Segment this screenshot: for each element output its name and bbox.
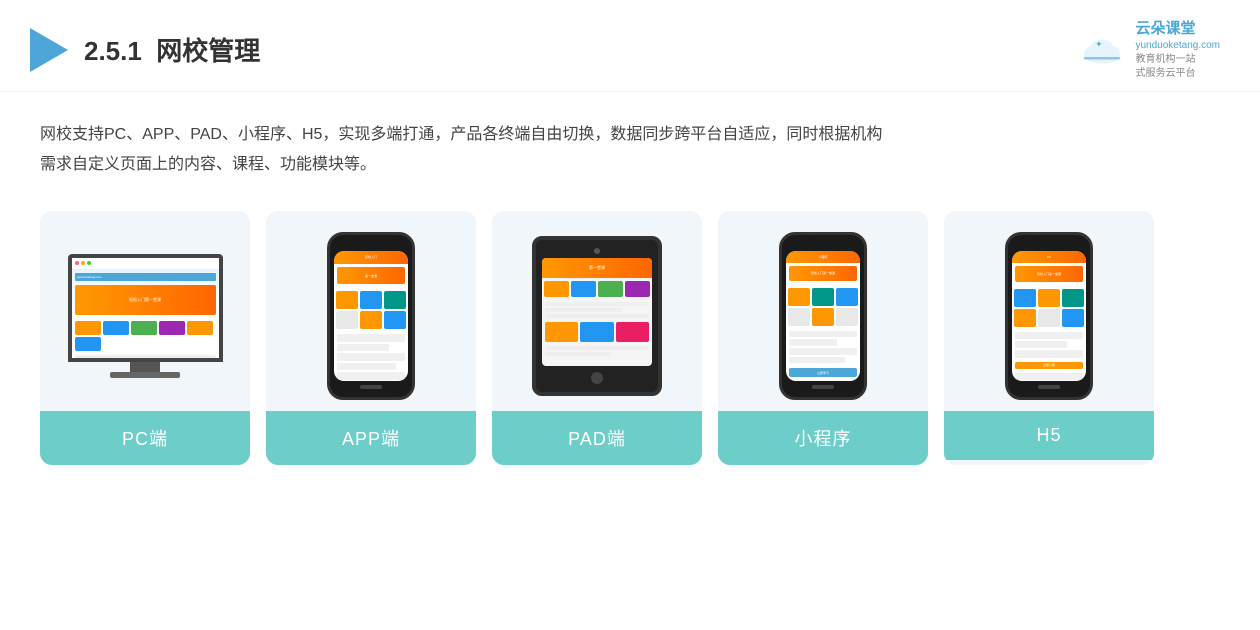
tablet-camera	[594, 248, 600, 254]
header-left: 2.5.1 网校管理	[30, 28, 260, 72]
page-container: 2.5.1 网校管理 ✦ 云朵课堂	[0, 0, 1260, 630]
card-h5: H5 轻松入门第一堂课	[944, 211, 1154, 465]
brand-tagline2: 式服务云平台	[1135, 67, 1220, 81]
tablet-home-btn	[591, 372, 603, 384]
phone-notch-mini	[808, 235, 838, 243]
card-pc: yunduoketang.com 轻松入门第一堂课	[40, 211, 250, 465]
pc-mockup: yunduoketang.com 轻松入门第一堂课	[68, 254, 223, 378]
card-app: 轻松入门 第一堂课	[266, 211, 476, 465]
phone-mockup-app: 轻松入门 第一堂课	[327, 232, 415, 400]
card-pad: 第一堂课	[492, 211, 702, 465]
phone-outer-app: 轻松入门 第一堂课	[327, 232, 415, 400]
cloud-icon: ✦	[1077, 32, 1127, 67]
card-miniprogram: 小程序 轻松入门第一堂课	[718, 211, 928, 465]
header: 2.5.1 网校管理 ✦ 云朵课堂	[0, 0, 1260, 92]
app-image-area: 轻松入门 第一堂课	[266, 211, 476, 411]
miniprogram-image-area: 小程序 轻松入门第一堂课	[718, 211, 928, 411]
section-number: 2.5.1	[84, 36, 142, 66]
content-area: 网校支持PC、APP、PAD、小程序、H5，实现多端打通，产品各终端自由切换，数…	[0, 92, 1260, 630]
brand-tagline1: 教育机构一站	[1135, 53, 1220, 67]
pc-image-area: yunduoketang.com 轻松入门第一堂课	[40, 211, 250, 411]
cards-row: yunduoketang.com 轻松入门第一堂课	[40, 211, 1220, 465]
tablet-mockup: 第一堂课	[532, 236, 662, 396]
phone-home-h5	[1038, 385, 1060, 389]
phone-screen-h5: H5 轻松入门第一堂课	[1012, 251, 1086, 381]
phone-home-app	[360, 385, 382, 389]
miniprogram-label: 小程序	[718, 411, 928, 465]
description-text: 网校支持PC、APP、PAD、小程序、H5，实现多端打通，产品各终端自由切换，数…	[40, 120, 940, 181]
phone-screen-mini: 小程序 轻松入门第一堂课	[786, 251, 860, 381]
h5-image-area: H5 轻松入门第一堂课	[944, 211, 1154, 411]
desc-line1: 网校支持PC、APP、PAD、小程序、H5，实现多端打通，产品各终端自由切换，数…	[40, 126, 882, 143]
logo-triangle-icon	[30, 28, 68, 72]
title-bold: 网校管理	[156, 36, 260, 66]
pad-label: PAD端	[492, 411, 702, 465]
brand-logo: ✦ 云朵课堂 yunduoketang.com 教育机构一站 式服务云平台	[1077, 18, 1220, 81]
pad-image-area: 第一堂课	[492, 211, 702, 411]
pc-screen: yunduoketang.com 轻松入门第一堂课	[68, 254, 223, 362]
tablet-outer: 第一堂课	[532, 236, 662, 396]
phone-mockup-mini: 小程序 轻松入门第一堂课	[779, 232, 867, 400]
phone-notch-h5	[1034, 235, 1064, 243]
header-right: ✦ 云朵课堂 yunduoketang.com 教育机构一站 式服务云平台	[1077, 18, 1220, 81]
page-title: 2.5.1 网校管理	[84, 31, 260, 68]
svg-text:✦: ✦	[1096, 39, 1103, 49]
phone-screen-app: 轻松入门 第一堂课	[334, 251, 408, 381]
phone-mockup-h5: H5 轻松入门第一堂课	[1005, 232, 1093, 400]
phone-notch-app	[356, 235, 386, 243]
pc-label: PC端	[40, 411, 250, 465]
app-label: APP端	[266, 411, 476, 465]
brand-name: 云朵课堂	[1135, 18, 1220, 39]
phone-outer-h5: H5 轻松入门第一堂课	[1005, 232, 1093, 400]
brand-text: 云朵课堂 yunduoketang.com 教育机构一站 式服务云平台	[1135, 18, 1220, 81]
h5-label: H5	[944, 411, 1154, 460]
phone-home-mini	[812, 385, 834, 389]
phone-outer-mini: 小程序 轻松入门第一堂课	[779, 232, 867, 400]
desc-line2: 需求自定义页面上的内容、课程、功能模块等。	[40, 156, 376, 173]
tablet-screen: 第一堂课	[542, 258, 652, 366]
brand-site: yunduoketang.com	[1135, 39, 1220, 53]
